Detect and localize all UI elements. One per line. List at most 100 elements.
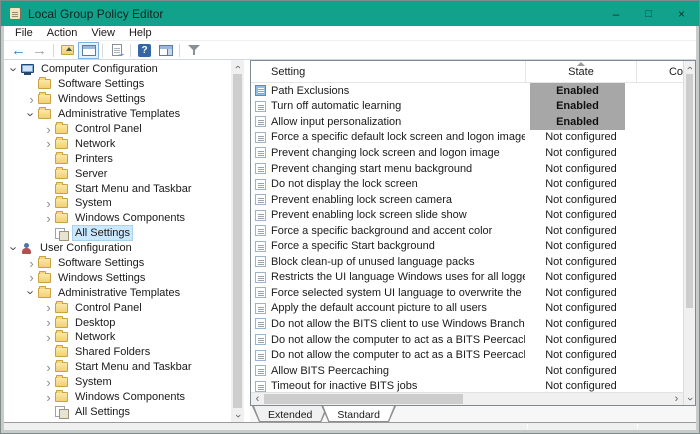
column-header-comment[interactable]: Co [637, 66, 683, 78]
expand-chevron-icon[interactable] [42, 330, 55, 345]
tree-item-label: Administrative Templates [56, 286, 182, 300]
policy-comment-cell [637, 316, 683, 332]
scroll-right-icon[interactable] [670, 393, 683, 405]
policy-row[interactable]: Prevent enabling lock screen cameraNot c… [251, 192, 683, 208]
tree-item-system[interactable]: System [4, 375, 230, 390]
menu-item-view[interactable]: View [84, 27, 122, 39]
scroll-down-icon[interactable] [231, 409, 244, 422]
policy-row[interactable]: Force a specific background and accent c… [251, 223, 683, 239]
up-one-level-button[interactable] [57, 42, 78, 59]
column-header-setting[interactable]: Setting [251, 66, 525, 78]
expand-chevron-icon[interactable] [42, 211, 55, 226]
collapse-chevron-icon[interactable] [25, 107, 38, 122]
expand-chevron-icon[interactable] [42, 315, 55, 330]
show-console-tree-button[interactable] [78, 42, 99, 59]
scroll-up-icon[interactable] [684, 61, 695, 74]
export-list-button[interactable] [106, 42, 127, 59]
menu-item-file[interactable]: File [8, 27, 40, 39]
menu-item-action[interactable]: Action [40, 27, 85, 39]
vertical-scrollbar-thumb[interactable] [686, 74, 693, 308]
policy-row[interactable]: Do not allow the computer to act as a BI… [251, 332, 683, 348]
horizontal-scrollbar[interactable] [251, 392, 683, 405]
expand-chevron-icon[interactable] [42, 136, 55, 151]
tree-scrollbar[interactable] [231, 60, 244, 422]
expand-chevron-icon[interactable] [42, 122, 55, 137]
expand-chevron-icon[interactable] [42, 196, 55, 211]
tree-item-software-settings[interactable]: Software Settings [4, 256, 230, 271]
expand-chevron-icon[interactable] [42, 375, 55, 390]
policy-row[interactable]: Turn off automatic learningEnabled [251, 99, 683, 115]
tree-item-control-panel[interactable]: Control Panel [4, 300, 230, 315]
expand-chevron-icon[interactable] [25, 92, 38, 107]
tree-item-network[interactable]: Network [4, 330, 230, 345]
expand-chevron-icon[interactable] [42, 390, 55, 405]
policy-row[interactable]: Apply the default account picture to all… [251, 301, 683, 317]
tree-item-administrative-templates[interactable]: Administrative Templates [4, 107, 230, 122]
tree-item-user-configuration[interactable]: User Configuration [4, 241, 230, 256]
tree-item-windows-settings[interactable]: Windows Settings [4, 270, 230, 285]
tree-item-windows-components[interactable]: Windows Components [4, 211, 230, 226]
policy-document-icon [255, 101, 266, 112]
tree-item-windows-settings[interactable]: Windows Settings [4, 92, 230, 107]
policy-row[interactable]: Restricts the UI language Windows uses f… [251, 270, 683, 286]
horizontal-scrollbar-thumb[interactable] [264, 394, 463, 404]
tree-item-system[interactable]: System [4, 196, 230, 211]
tree-item-start-menu-and-taskbar[interactable]: Start Menu and Taskbar [4, 181, 230, 196]
tree-item-software-settings[interactable]: Software Settings [4, 77, 230, 92]
help-button[interactable] [134, 42, 155, 59]
export-list-icon [112, 44, 122, 56]
tree-item-all-settings[interactable]: All Settings [4, 226, 230, 241]
tree-item-printers[interactable]: Printers [4, 151, 230, 166]
tree-item-all-settings[interactable]: All Settings [4, 404, 230, 419]
policy-row[interactable]: Force a specific default lock screen and… [251, 130, 683, 146]
minimize-button[interactable]: – [613, 8, 620, 20]
tab-extended[interactable]: Extended [252, 406, 328, 422]
expand-chevron-icon[interactable] [25, 256, 38, 271]
tree-item-start-menu-and-taskbar[interactable]: Start Menu and Taskbar [4, 360, 230, 375]
filter-button[interactable] [183, 42, 204, 59]
collapse-chevron-icon[interactable] [25, 285, 38, 300]
tree-item-network[interactable]: Network [4, 136, 230, 151]
menu-item-help[interactable]: Help [122, 27, 159, 39]
tree-item-shared-folders[interactable]: Shared Folders [4, 345, 230, 360]
tree-item-desktop[interactable]: Desktop [4, 315, 230, 330]
show-action-pane-button[interactable] [155, 42, 176, 59]
policy-row[interactable]: Do not display the lock screenNot config… [251, 176, 683, 192]
policy-row[interactable]: Prevent changing start menu backgroundNo… [251, 161, 683, 177]
tree-scrollbar-thumb[interactable] [233, 74, 242, 408]
scroll-up-icon[interactable] [231, 60, 244, 73]
tree-item-server[interactable]: Server [4, 166, 230, 181]
scroll-left-icon[interactable] [251, 393, 264, 405]
policy-setting-cell: Allow input personalization [251, 114, 525, 130]
maximize-button[interactable]: □ [645, 8, 652, 20]
close-button[interactable]: × [678, 8, 685, 20]
vertical-scrollbar[interactable] [683, 61, 695, 405]
policy-row[interactable]: Timeout for inactive BITS jobsNot config… [251, 378, 683, 392]
back-button[interactable] [8, 42, 29, 59]
policy-row[interactable]: Force selected system UI language to ove… [251, 285, 683, 301]
policy-row[interactable]: Path ExclusionsEnabled [251, 83, 683, 99]
collapse-chevron-icon[interactable] [8, 241, 21, 256]
expand-chevron-icon[interactable] [42, 360, 55, 375]
forward-button[interactable] [29, 42, 50, 59]
scroll-down-icon[interactable] [684, 392, 695, 405]
tree-item-windows-components[interactable]: Windows Components [4, 390, 230, 405]
tree-item-computer-configuration[interactable]: Computer Configuration [4, 62, 230, 77]
policy-row[interactable]: Do not allow the BITS client to use Wind… [251, 316, 683, 332]
policy-row[interactable]: Allow input personalizationEnabled [251, 114, 683, 130]
policy-row[interactable]: Allow BITS PeercachingNot configured [251, 363, 683, 379]
policy-row[interactable]: Block clean-up of unused language packsN… [251, 254, 683, 270]
folder-icon [38, 109, 51, 119]
policy-document-icon [255, 179, 266, 190]
policy-row[interactable]: Force a specific Start backgroundNot con… [251, 238, 683, 254]
expand-chevron-icon[interactable] [42, 300, 55, 315]
policy-row[interactable]: Prevent changing lock screen and logon i… [251, 145, 683, 161]
tree-item-control-panel[interactable]: Control Panel [4, 122, 230, 137]
collapse-chevron-icon[interactable] [8, 62, 21, 77]
column-header-state[interactable]: State [525, 61, 637, 82]
tab-standard[interactable]: Standard [321, 406, 396, 422]
policy-row[interactable]: Prevent enabling lock screen slide showN… [251, 207, 683, 223]
expand-chevron-icon[interactable] [25, 270, 38, 285]
policy-row[interactable]: Do not allow the computer to act as a BI… [251, 347, 683, 363]
tree-item-administrative-templates[interactable]: Administrative Templates [4, 285, 230, 300]
